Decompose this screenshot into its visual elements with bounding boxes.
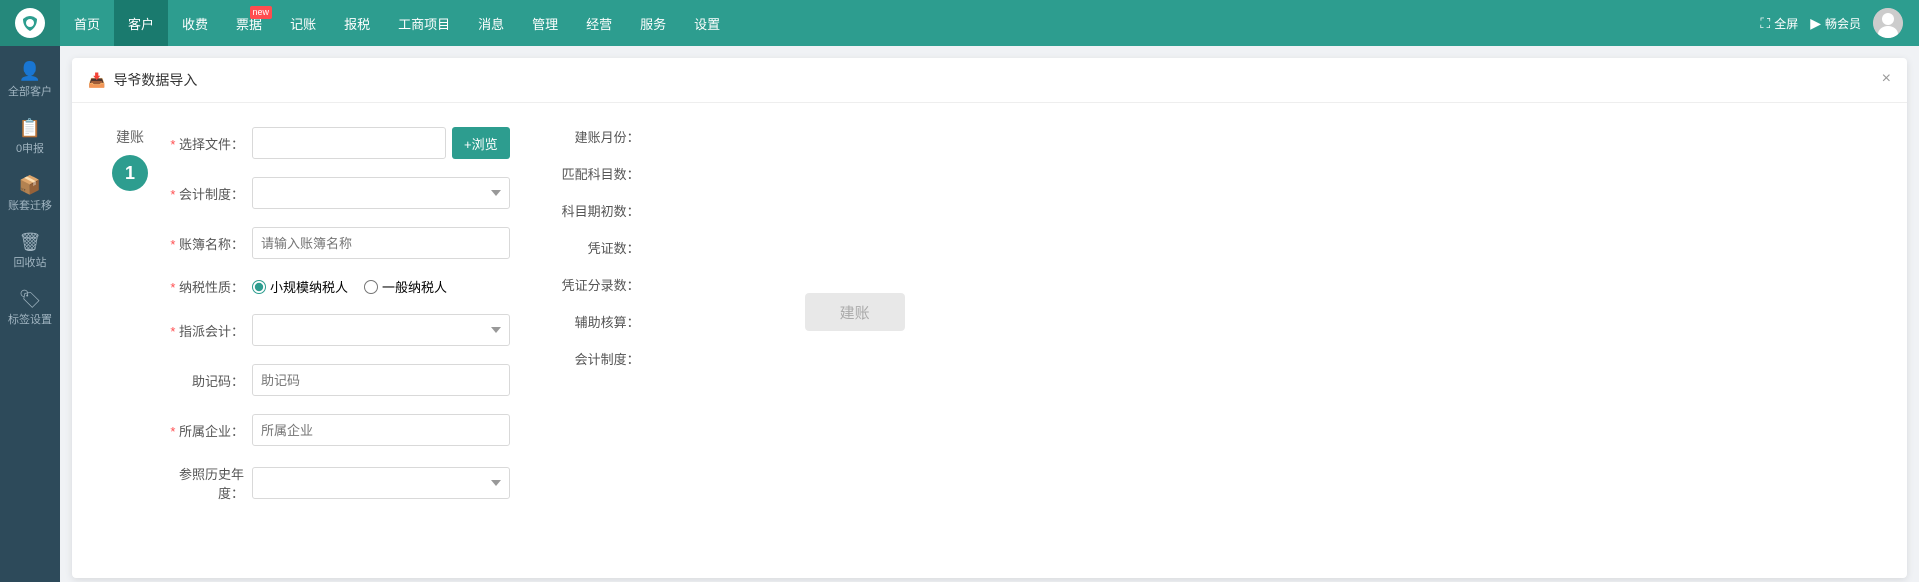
nav-badge-new: new [250, 6, 273, 19]
nav-item-clients[interactable]: 客户 [114, 0, 168, 46]
nav-item-service[interactable]: 服务 [626, 0, 680, 46]
info-label-voucher: 凭证数： [550, 238, 640, 257]
step-circle: 1 [112, 155, 148, 191]
logo-icon [15, 8, 45, 38]
info-label-initial: 科目期初数： [550, 201, 640, 220]
nav-item-accounting[interactable]: 记账 [276, 0, 330, 46]
form-row-history-year: 参照历史年度： [164, 464, 510, 502]
tax-type-radio-group: 小规模纳税人 一般纳税人 [252, 277, 510, 296]
nav-item-home[interactable]: 首页 [60, 0, 114, 46]
step-section: 建账 1 [112, 127, 148, 191]
nav-item-invoice[interactable]: 票据 new [222, 0, 276, 46]
vip-button[interactable]: ▶ 畅会员 [1810, 15, 1861, 32]
avatar[interactable] [1873, 8, 1903, 38]
label-accountant: * 指派会计： [164, 321, 244, 340]
form-row-accounting-system: * 会计制度： [164, 177, 510, 209]
sidebar-item-migration[interactable]: 📦 账套迁移 [0, 168, 60, 221]
file-input-wrapper: +浏览 [252, 127, 510, 159]
fullscreen-button[interactable]: ⛶ 全屏 [1760, 15, 1798, 32]
form-row-enterprise: * 所属企业： [164, 414, 510, 446]
radio-general-taxpayer-input[interactable] [364, 280, 378, 294]
sidebar-item-declaration[interactable]: 📋 0申报 [0, 111, 60, 164]
nav-item-fee[interactable]: 收费 [168, 0, 222, 46]
accounting-system-select[interactable] [252, 177, 510, 209]
tags-icon: 🏷 [19, 290, 42, 308]
form-area: * 选择文件： +浏览 * 会计制度： [164, 127, 510, 520]
nav-item-manage[interactable]: 管理 [518, 0, 572, 46]
radio-small-taxpayer[interactable]: 小规模纳税人 [252, 277, 348, 296]
info-label-month: 建账月份： [550, 127, 640, 146]
sidebar-item-all-clients[interactable]: 👤 全部客户 [0, 54, 60, 107]
all-clients-icon: 👤 [19, 62, 41, 80]
info-label-auxiliary: 辅助核算： [550, 312, 640, 331]
logo-area [0, 0, 60, 46]
nav-item-message[interactable]: 消息 [464, 0, 518, 46]
file-path-input[interactable] [252, 127, 446, 159]
step-label: 建账 [116, 127, 144, 147]
info-row-initial: 科目期初数： [550, 201, 930, 220]
dialog-close-button[interactable]: × [1882, 70, 1891, 88]
history-year-select[interactable] [252, 467, 510, 499]
nav-items: 首页 客户 收费 票据 new 记账 报税 工商项目 消息 管理 经营 服务 设… [60, 0, 1760, 46]
info-row-month: 建账月份： [550, 127, 930, 146]
top-navigation: 首页 客户 收费 票据 new 记账 报税 工商项目 消息 管理 经营 服务 设… [0, 0, 1919, 46]
dialog-header: 📥 导爷数据导入 × [72, 58, 1907, 103]
label-accounting-system: * 会计制度： [164, 184, 244, 203]
label-book-name: * 账簿名称： [164, 234, 244, 253]
info-label-match-subjects: 匹配科目数： [550, 164, 640, 183]
form-row-tax-type: * 纳税性质： 小规模纳税人 一般纳税人 [164, 277, 510, 296]
create-account-button[interactable]: 建账 [805, 293, 905, 331]
dialog-title: 导爷数据导入 [113, 70, 197, 90]
nav-item-operate[interactable]: 经营 [572, 0, 626, 46]
nav-item-settings[interactable]: 设置 [680, 0, 734, 46]
book-name-input[interactable] [252, 227, 510, 259]
fullscreen-icon: ⛶ [1760, 15, 1770, 32]
vip-icon: ▶ [1810, 15, 1821, 32]
label-tax-type: * 纳税性质： [164, 277, 244, 296]
nav-item-tax[interactable]: 报税 [330, 0, 384, 46]
nav-right: ⛶ 全屏 ▶ 畅会员 [1760, 8, 1919, 38]
recycle-icon: 🗑 [19, 233, 42, 251]
info-label-voucher-entries: 凭证分录数： [550, 275, 640, 294]
form-row-mnemonic: 助记码： [164, 364, 510, 396]
dialog-body: 建账 1 * 选择文件： +浏览 [72, 103, 1907, 544]
sidebar-item-tags[interactable]: 🏷 标签设置 [0, 282, 60, 335]
sidebar: 👤 全部客户 📋 0申报 📦 账套迁移 🗑 回收站 🏷 标签设置 [0, 46, 60, 582]
info-row-match-subjects: 匹配科目数： [550, 164, 930, 183]
info-label-accounting-system-right: 会计制度： [550, 349, 640, 368]
label-file: * 选择文件： [164, 134, 244, 153]
browse-button[interactable]: +浏览 [452, 127, 510, 159]
accountant-select[interactable] [252, 314, 510, 346]
sidebar-item-recycle[interactable]: 🗑 回收站 [0, 225, 60, 278]
layout: 👤 全部客户 📋 0申报 📦 账套迁移 🗑 回收站 🏷 标签设置 📥 导爷数据导… [0, 46, 1919, 582]
declaration-icon: 📋 [19, 119, 41, 137]
nav-item-business[interactable]: 工商项目 [384, 0, 464, 46]
radio-general-taxpayer[interactable]: 一般纳税人 [364, 277, 447, 296]
migration-icon: 📦 [19, 176, 41, 194]
label-enterprise: * 所属企业： [164, 421, 244, 440]
mnemonic-input[interactable] [252, 364, 510, 396]
form-row-book-name: * 账簿名称： [164, 227, 510, 259]
dialog-panel: 📥 导爷数据导入 × 建账 1 * 选择文件： [72, 58, 1907, 578]
label-mnemonic: 助记码： [164, 371, 244, 390]
import-icon: 📥 [88, 72, 105, 89]
info-area: 建账月份： 匹配科目数： 科目期初数： 凭证数： [550, 127, 930, 520]
form-row-accountant: * 指派会计： [164, 314, 510, 346]
label-history-year: 参照历史年度： [164, 464, 244, 502]
form-row-file: * 选择文件： +浏览 [164, 127, 510, 159]
enterprise-input[interactable] [252, 414, 510, 446]
radio-small-taxpayer-input[interactable] [252, 280, 266, 294]
main-content: 📥 导爷数据导入 × 建账 1 * 选择文件： [60, 46, 1919, 582]
